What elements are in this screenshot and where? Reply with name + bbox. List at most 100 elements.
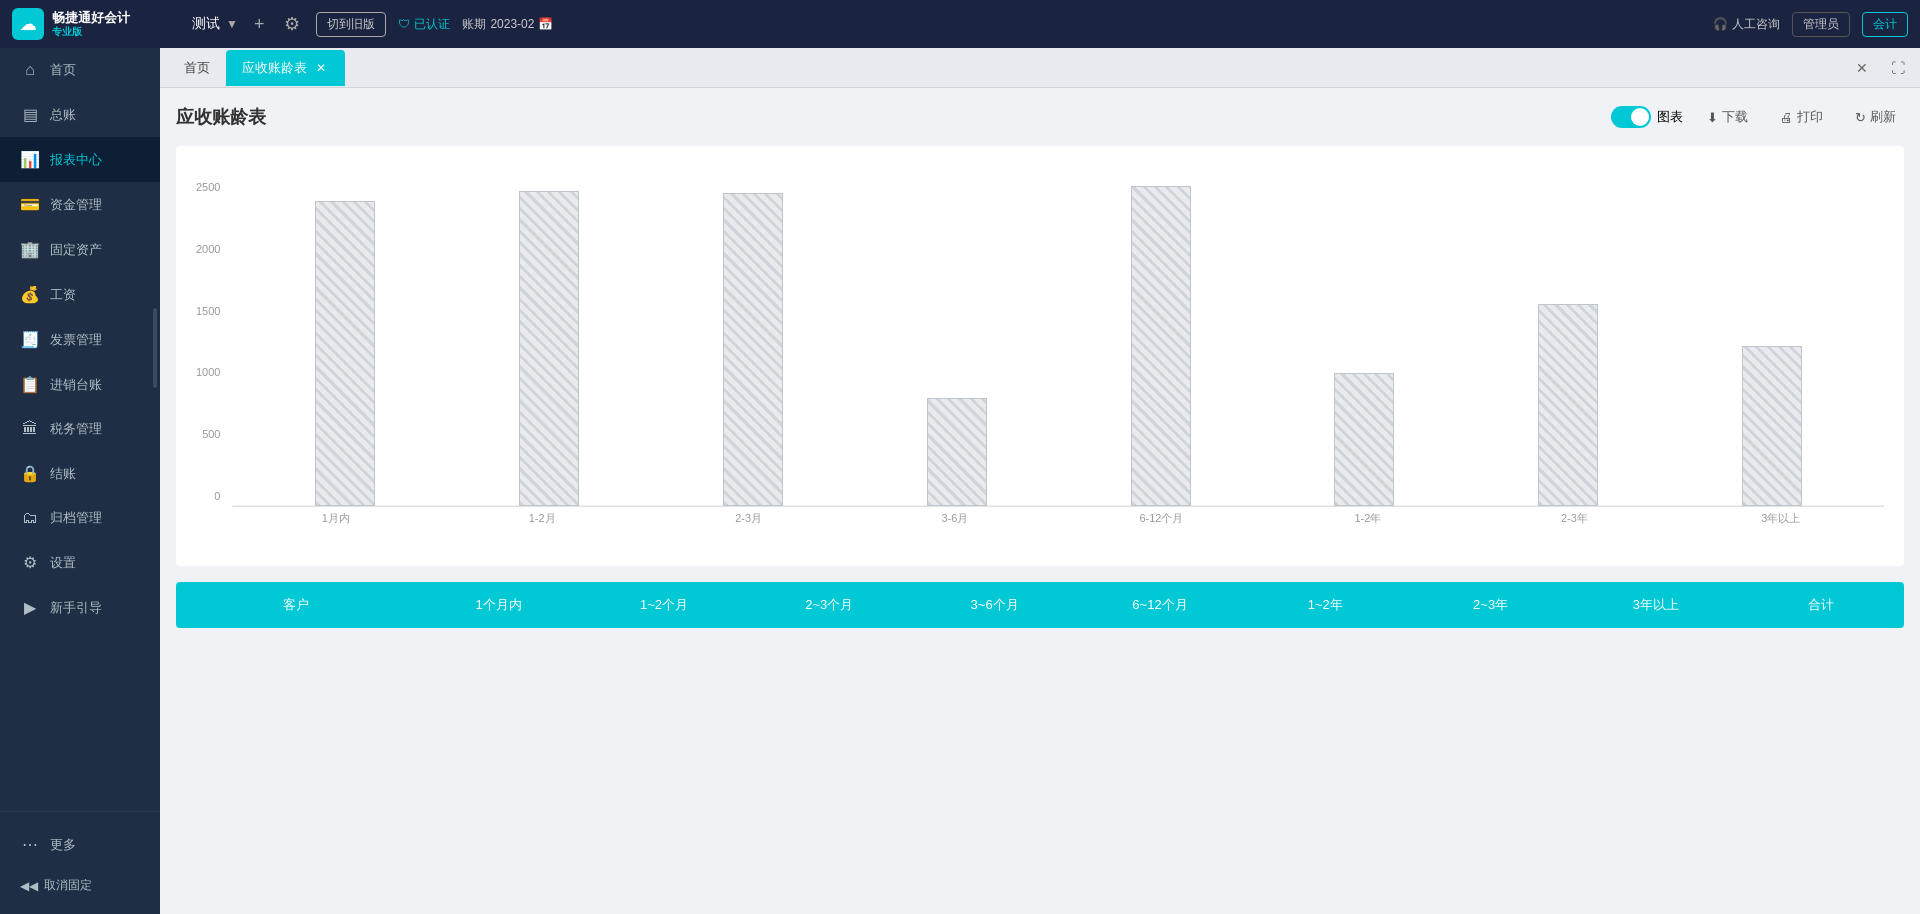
tab-aging-label: 应收账龄表 — [242, 59, 307, 77]
bar — [1538, 304, 1598, 506]
sidebar-item-home[interactable]: ⌂ 首页 — [0, 48, 160, 92]
company-name: 测试 — [192, 15, 220, 33]
sidebar-label-payroll: 工资 — [50, 286, 76, 304]
sidebar-label-settings: 设置 — [50, 554, 76, 572]
sidebar-item-close[interactable]: 🔒结账 — [0, 451, 160, 496]
bar — [1131, 186, 1191, 506]
human-service-button[interactable]: 🎧 人工咨询 — [1713, 16, 1780, 33]
sidebar-scroll: ⌂ 首页 ▤总账📊报表中心💳资金管理🏢固定资产 💰 工资 🧾发票管理 📋 进销台账 🏛 税务管理 🔒… — [0, 48, 160, 811]
chart-plot: 1月内1-2月2-3月3-6月6-12个月1-2年2-3年3年以上 — [232, 506, 1884, 526]
tab-bar: 首页 应收账龄表 ✕ ✕ ⛶ — [160, 48, 1920, 88]
unpin-label: 取消固定 — [44, 877, 92, 894]
bar — [1334, 373, 1394, 506]
bar — [1742, 346, 1802, 506]
x-axis-label: 3-6月 — [852, 511, 1058, 526]
sidebar-icon-sales: 📋 — [20, 375, 40, 394]
logo-icon: ☁ — [12, 8, 44, 40]
human-service-label: 人工咨询 — [1732, 16, 1780, 33]
sidebar-label-archive: 归档管理 — [50, 509, 102, 527]
switch-version-button[interactable]: 切到旧版 — [316, 12, 386, 37]
x-axis-label: 1-2年 — [1265, 511, 1471, 526]
sidebar-icon-close: 🔒 — [20, 464, 40, 483]
x-axis-label: 2-3年 — [1471, 511, 1677, 526]
verified-text: 已认证 — [414, 16, 450, 33]
sidebar-icon-home: ⌂ — [20, 61, 40, 79]
logo-main: 畅捷通好会计 — [52, 10, 130, 26]
x-axis-label: 1月内 — [232, 511, 438, 526]
chart-toggle[interactable] — [1611, 106, 1651, 128]
table-header-cell: 2~3年 — [1408, 582, 1573, 628]
table-header-cell: 1个月内 — [416, 582, 581, 628]
sidebar-label-home: 首页 — [50, 61, 76, 79]
refresh-icon: ↻ — [1855, 110, 1866, 125]
company-selector[interactable]: 测试 ▼ — [192, 15, 238, 33]
sidebar-icon-tax: 🏛 — [20, 420, 40, 438]
bar — [315, 201, 375, 506]
role-button[interactable]: 会计 — [1862, 12, 1908, 37]
sidebar: ⌂ 首页 ▤总账📊报表中心💳资金管理🏢固定资产 💰 工资 🧾发票管理 📋 进销台账 🏛 税务管理 🔒… — [0, 48, 160, 914]
sidebar-item-reports[interactable]: 📊报表中心 — [0, 137, 160, 182]
chart-inner: 05001000150020002500 1月内1-2月2-3月3-6月6-12… — [196, 166, 1884, 526]
sidebar-label-guide: 新手引导 — [50, 599, 102, 617]
sidebar-icon-invoice: 🧾 — [20, 330, 40, 349]
verified-badge: 🛡 已认证 — [398, 16, 450, 33]
sidebar-label-sales: 进销台账 — [50, 376, 102, 394]
sidebar-item-settings[interactable]: ⚙ 设置 — [0, 540, 160, 585]
x-axis-label: 1-2月 — [439, 511, 645, 526]
refresh-label: 刷新 — [1870, 108, 1896, 126]
sidebar-label-tax: 税务管理 — [50, 420, 102, 438]
download-button[interactable]: ⬇ 下载 — [1699, 104, 1756, 130]
sidebar-item-guide[interactable]: ▶ 新手引导 — [0, 585, 160, 630]
bar — [723, 193, 783, 506]
sidebar-icon-archive: 🗂 — [20, 509, 40, 527]
sidebar-label-reports: 报表中心 — [50, 151, 102, 169]
settings-icon[interactable]: ⚙ — [280, 9, 304, 39]
sidebar-item-payroll[interactable]: 💰 工资 — [0, 272, 160, 317]
sidebar-icon-ledger: ▤ — [20, 105, 40, 124]
content-area: 首页 应收账龄表 ✕ ✕ ⛶ 应收账龄表 图表 — [160, 48, 1920, 914]
y-axis: 05001000150020002500 — [196, 182, 232, 502]
refresh-button[interactable]: ↻ 刷新 — [1847, 104, 1904, 130]
logo: ☁ 畅捷通好会计 专业版 — [12, 8, 172, 40]
sidebar-item-archive[interactable]: 🗂 归档管理 — [0, 496, 160, 540]
bar — [519, 191, 579, 506]
expand-window-button[interactable]: ⛶ — [1884, 54, 1912, 82]
x-axis-label: 2-3月 — [645, 511, 851, 526]
chart-grid — [232, 506, 1884, 507]
sidebar-icon-funds: 💳 — [20, 195, 40, 214]
topbar-center: 测试 ▼ + ⚙ 切到旧版 🛡 已认证 账期 2023-02 📅 — [172, 9, 1713, 39]
sidebar-item-invoice[interactable]: 🧾发票管理 — [0, 317, 160, 362]
unpin-button[interactable]: ◀◀ 取消固定 — [0, 867, 160, 904]
topbar: ☁ 畅捷通好会计 专业版 测试 ▼ + ⚙ 切到旧版 🛡 已认证 账期 2023… — [0, 0, 1920, 48]
sidebar-item-sales[interactable]: 📋 进销台账 — [0, 362, 160, 407]
grid-line — [233, 505, 1884, 506]
sidebar-item-assets[interactable]: 🏢固定资产 — [0, 227, 160, 272]
x-axis-label: 3年以上 — [1678, 511, 1884, 526]
tab-home[interactable]: 首页 — [168, 50, 226, 86]
sidebar-item-funds[interactable]: 💳资金管理 — [0, 182, 160, 227]
headset-icon: 🎧 — [1713, 17, 1728, 31]
x-axis-label: 6-12个月 — [1058, 511, 1264, 526]
report-title: 应收账龄表 — [176, 105, 266, 129]
tab-close-icon[interactable]: ✕ — [313, 60, 329, 76]
print-label: 打印 — [1797, 108, 1823, 126]
y-axis-label: 2000 — [196, 244, 220, 255]
print-button[interactable]: 🖨 打印 — [1772, 104, 1831, 130]
sidebar-item-ledger[interactable]: ▤总账 — [0, 92, 160, 137]
download-label: 下载 — [1722, 108, 1748, 126]
sidebar-icon-guide: ▶ — [20, 598, 40, 617]
chart-toggle-wrap: 图表 — [1611, 106, 1683, 128]
chart-container: 05001000150020002500 1月内1-2月2-3月3-6月6-12… — [176, 146, 1904, 566]
window-controls: ✕ ⛶ — [1848, 54, 1912, 82]
sidebar-icon-payroll: 💰 — [20, 285, 40, 304]
sidebar-item-more[interactable]: ⋯ 更多 — [0, 822, 160, 867]
sidebar-item-tax[interactable]: 🏛 税务管理 — [0, 407, 160, 451]
sidebar-icon-settings: ⚙ — [20, 553, 40, 572]
user-button[interactable]: 管理员 — [1792, 12, 1850, 37]
y-axis-label: 500 — [196, 429, 220, 440]
close-window-button[interactable]: ✕ — [1848, 54, 1876, 82]
add-icon[interactable]: + — [250, 10, 269, 39]
table-header-cell: 合计 — [1739, 582, 1904, 628]
bar — [927, 398, 987, 506]
tab-aging[interactable]: 应收账龄表 ✕ — [226, 50, 345, 86]
